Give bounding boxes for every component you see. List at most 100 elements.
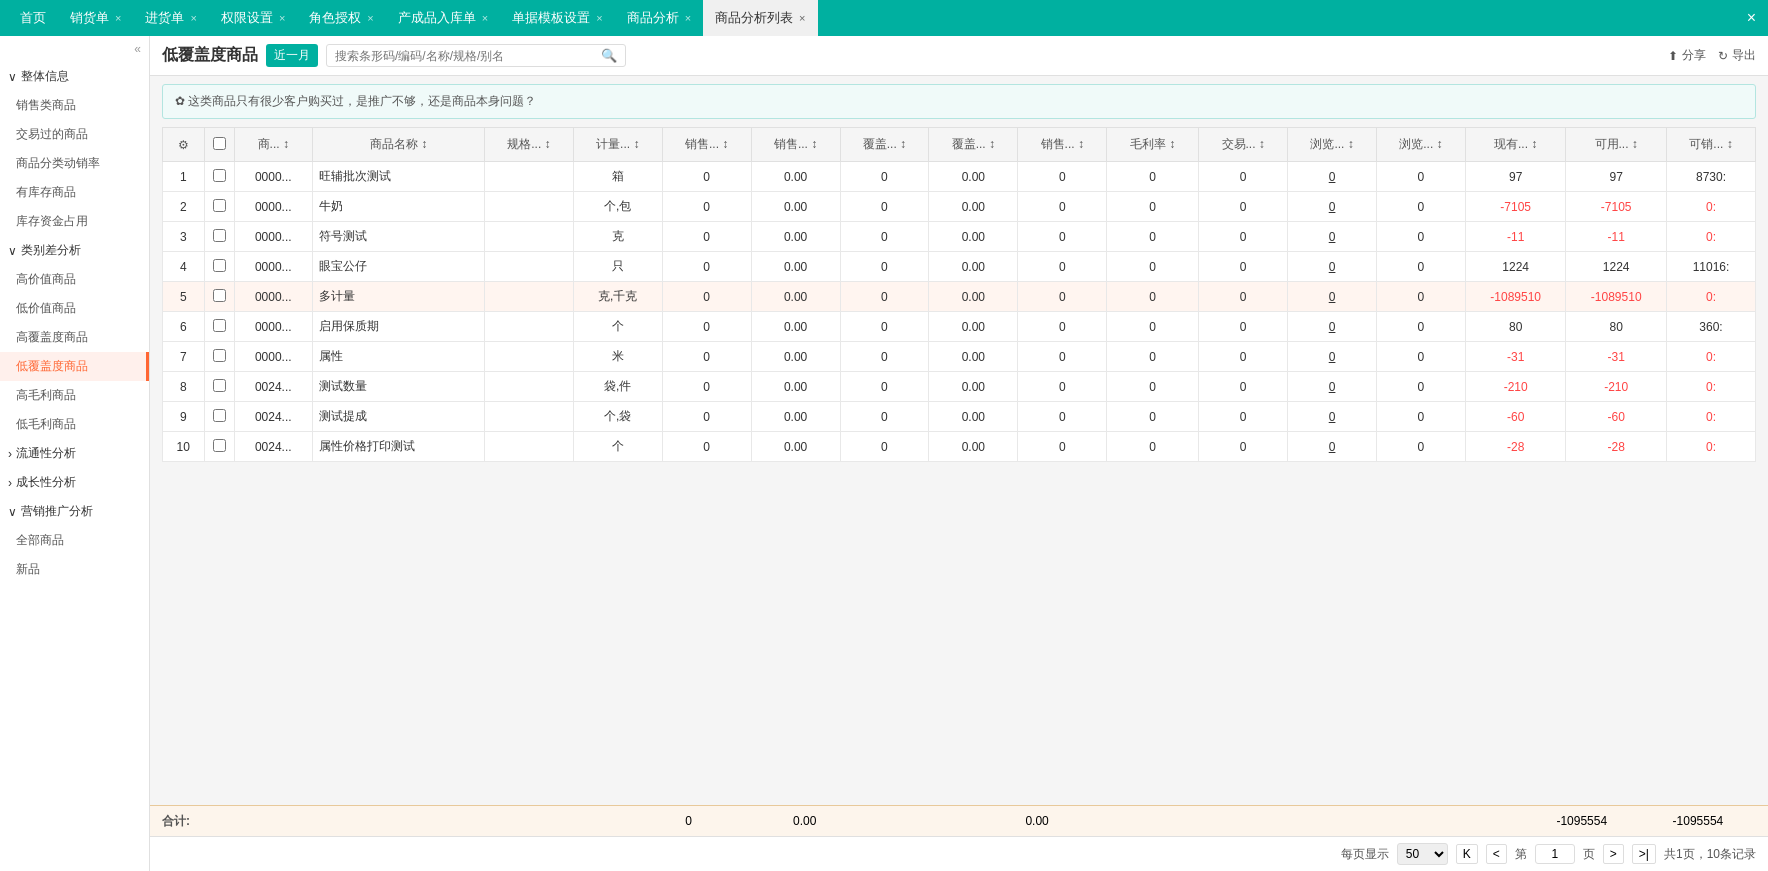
- sidebar-item-high-profit[interactable]: 高毛利商品: [0, 381, 149, 410]
- th-sales-amt[interactable]: 销售... ↕: [751, 128, 840, 162]
- row-views1[interactable]: 0: [1288, 282, 1377, 312]
- th-views1[interactable]: 浏览... ↕: [1288, 128, 1377, 162]
- tab-home[interactable]: 首页: [8, 0, 58, 36]
- row-views1[interactable]: 0: [1288, 162, 1377, 192]
- close-tab-icon[interactable]: ×: [596, 12, 602, 24]
- tab-sales-order[interactable]: 销货单 ×: [58, 0, 133, 36]
- page-size-select[interactable]: 50 20 100: [1397, 843, 1448, 865]
- date-filter-button[interactable]: 近一月: [266, 44, 318, 67]
- close-tab-icon[interactable]: ×: [367, 12, 373, 24]
- sidebar-item-low-coverage[interactable]: 低覆盖度商品: [0, 352, 149, 381]
- close-tab-icon[interactable]: ×: [685, 12, 691, 24]
- sidebar-item-in-stock[interactable]: 有库存商品: [0, 178, 149, 207]
- th-settings[interactable]: ⚙: [163, 128, 205, 162]
- tab-finished-goods[interactable]: 产成品入库单 ×: [386, 0, 500, 36]
- row-select-checkbox[interactable]: [213, 379, 226, 392]
- sidebar-section-growth[interactable]: › 成长性分析: [0, 468, 149, 497]
- search-input[interactable]: [335, 49, 601, 63]
- row-checkbox[interactable]: [204, 402, 234, 432]
- th-code[interactable]: 商... ↕: [234, 128, 312, 162]
- tab-role-auth[interactable]: 角色授权 ×: [297, 0, 385, 36]
- search-icon[interactable]: 🔍: [601, 48, 617, 63]
- sidebar-collapse-button[interactable]: «: [0, 36, 149, 62]
- sidebar-item-low-profit[interactable]: 低毛利商品: [0, 410, 149, 439]
- sidebar-section-marketing[interactable]: ∨ 营销推广分析: [0, 497, 149, 526]
- th-sales-extra[interactable]: 销售... ↕: [1018, 128, 1107, 162]
- row-views1[interactable]: 0: [1288, 222, 1377, 252]
- row-checkbox[interactable]: [204, 372, 234, 402]
- row-checkbox[interactable]: [204, 282, 234, 312]
- row-checkbox[interactable]: [204, 432, 234, 462]
- table-container[interactable]: ⚙ 商... ↕ 商品名称 ↕ 规格... ↕ 计量... ↕ 销售... ↕ …: [162, 127, 1756, 805]
- info-banner: ✿ 这类商品只有很少客户购买过，是推广不够，还是商品本身问题？: [162, 84, 1756, 119]
- row-views1[interactable]: 0: [1288, 432, 1377, 462]
- tab-permissions[interactable]: 权限设置 ×: [209, 0, 297, 36]
- th-current-stock[interactable]: 现有... ↕: [1465, 128, 1566, 162]
- close-tab-icon[interactable]: ×: [482, 12, 488, 24]
- row-checkbox[interactable]: [204, 252, 234, 282]
- tab-goods-analysis-list[interactable]: 商品分析列表 ×: [703, 0, 817, 36]
- share-button[interactable]: ⬆ 分享: [1668, 47, 1706, 64]
- th-views2[interactable]: 浏览... ↕: [1377, 128, 1466, 162]
- row-checkbox[interactable]: [204, 162, 234, 192]
- sidebar-item-high-coverage[interactable]: 高覆盖度商品: [0, 323, 149, 352]
- sidebar-item-sales-goods[interactable]: 销售类商品: [0, 91, 149, 120]
- row-select-checkbox[interactable]: [213, 199, 226, 212]
- row-views1[interactable]: 0: [1288, 192, 1377, 222]
- row-select-checkbox[interactable]: [213, 319, 226, 332]
- sidebar-item-low-value[interactable]: 低价值商品: [0, 294, 149, 323]
- close-tab-icon[interactable]: ×: [279, 12, 285, 24]
- sidebar-item-high-value[interactable]: 高价值商品: [0, 265, 149, 294]
- row-select-checkbox[interactable]: [213, 229, 226, 242]
- th-transactions[interactable]: 交易... ↕: [1199, 128, 1288, 162]
- row-views1[interactable]: 0: [1288, 312, 1377, 342]
- sidebar-item-stock-funds[interactable]: 库存资金占用: [0, 207, 149, 236]
- th-coverage1[interactable]: 覆盖... ↕: [840, 128, 929, 162]
- next-page-button[interactable]: >: [1603, 844, 1624, 864]
- row-views1[interactable]: 0: [1288, 342, 1377, 372]
- sidebar-section-quality[interactable]: ∨ 类别差分析: [0, 236, 149, 265]
- row-checkbox[interactable]: [204, 192, 234, 222]
- th-name[interactable]: 商品名称 ↕: [312, 128, 484, 162]
- sidebar-section-overall[interactable]: ∨ 整体信息: [0, 62, 149, 91]
- export-button[interactable]: ↻ 导出: [1718, 47, 1756, 64]
- th-margin[interactable]: 毛利率 ↕: [1107, 128, 1199, 162]
- th-sales-qty[interactable]: 销售... ↕: [662, 128, 751, 162]
- row-views1[interactable]: 0: [1288, 372, 1377, 402]
- tab-goods-analysis[interactable]: 商品分析 ×: [615, 0, 703, 36]
- sidebar-item-new-goods[interactable]: 新品: [0, 555, 149, 584]
- close-tab-icon[interactable]: ×: [190, 12, 196, 24]
- row-select-checkbox[interactable]: [213, 409, 226, 422]
- close-tab-icon[interactable]: ×: [115, 12, 121, 24]
- tab-template-settings[interactable]: 单据模板设置 ×: [500, 0, 614, 36]
- close-tab-icon[interactable]: ×: [799, 12, 805, 24]
- first-page-button[interactable]: K: [1456, 844, 1478, 864]
- row-views1[interactable]: 0: [1288, 402, 1377, 432]
- row-select-checkbox[interactable]: [213, 169, 226, 182]
- row-current: -11: [1465, 222, 1566, 252]
- th-coverage2[interactable]: 覆盖... ↕: [929, 128, 1018, 162]
- row-checkbox[interactable]: [204, 222, 234, 252]
- row-select-checkbox[interactable]: [213, 439, 226, 452]
- select-all-checkbox[interactable]: [213, 137, 226, 150]
- prev-page-button[interactable]: <: [1486, 844, 1507, 864]
- row-select-checkbox[interactable]: [213, 289, 226, 302]
- close-all-tabs-button[interactable]: ×: [1743, 5, 1760, 31]
- tab-purchase-order[interactable]: 进货单 ×: [133, 0, 208, 36]
- row-checkbox[interactable]: [204, 342, 234, 372]
- sidebar-section-flow[interactable]: › 流通性分析: [0, 439, 149, 468]
- th-spec[interactable]: 规格... ↕: [484, 128, 573, 162]
- sidebar-item-all-goods[interactable]: 全部商品: [0, 526, 149, 555]
- th-unit[interactable]: 计量... ↕: [573, 128, 662, 162]
- sidebar-item-traded-goods[interactable]: 交易过的商品: [0, 120, 149, 149]
- page-input[interactable]: [1535, 844, 1575, 864]
- row-available: -28: [1566, 432, 1667, 462]
- row-select-checkbox[interactable]: [213, 349, 226, 362]
- sidebar-item-category-rate[interactable]: 商品分类动销率: [0, 149, 149, 178]
- row-views1[interactable]: 0: [1288, 252, 1377, 282]
- th-available-stock[interactable]: 可用... ↕: [1566, 128, 1667, 162]
- row-select-checkbox[interactable]: [213, 259, 226, 272]
- th-saleable[interactable]: 可销... ↕: [1666, 128, 1755, 162]
- row-checkbox[interactable]: [204, 312, 234, 342]
- last-page-button[interactable]: >|: [1632, 844, 1656, 864]
